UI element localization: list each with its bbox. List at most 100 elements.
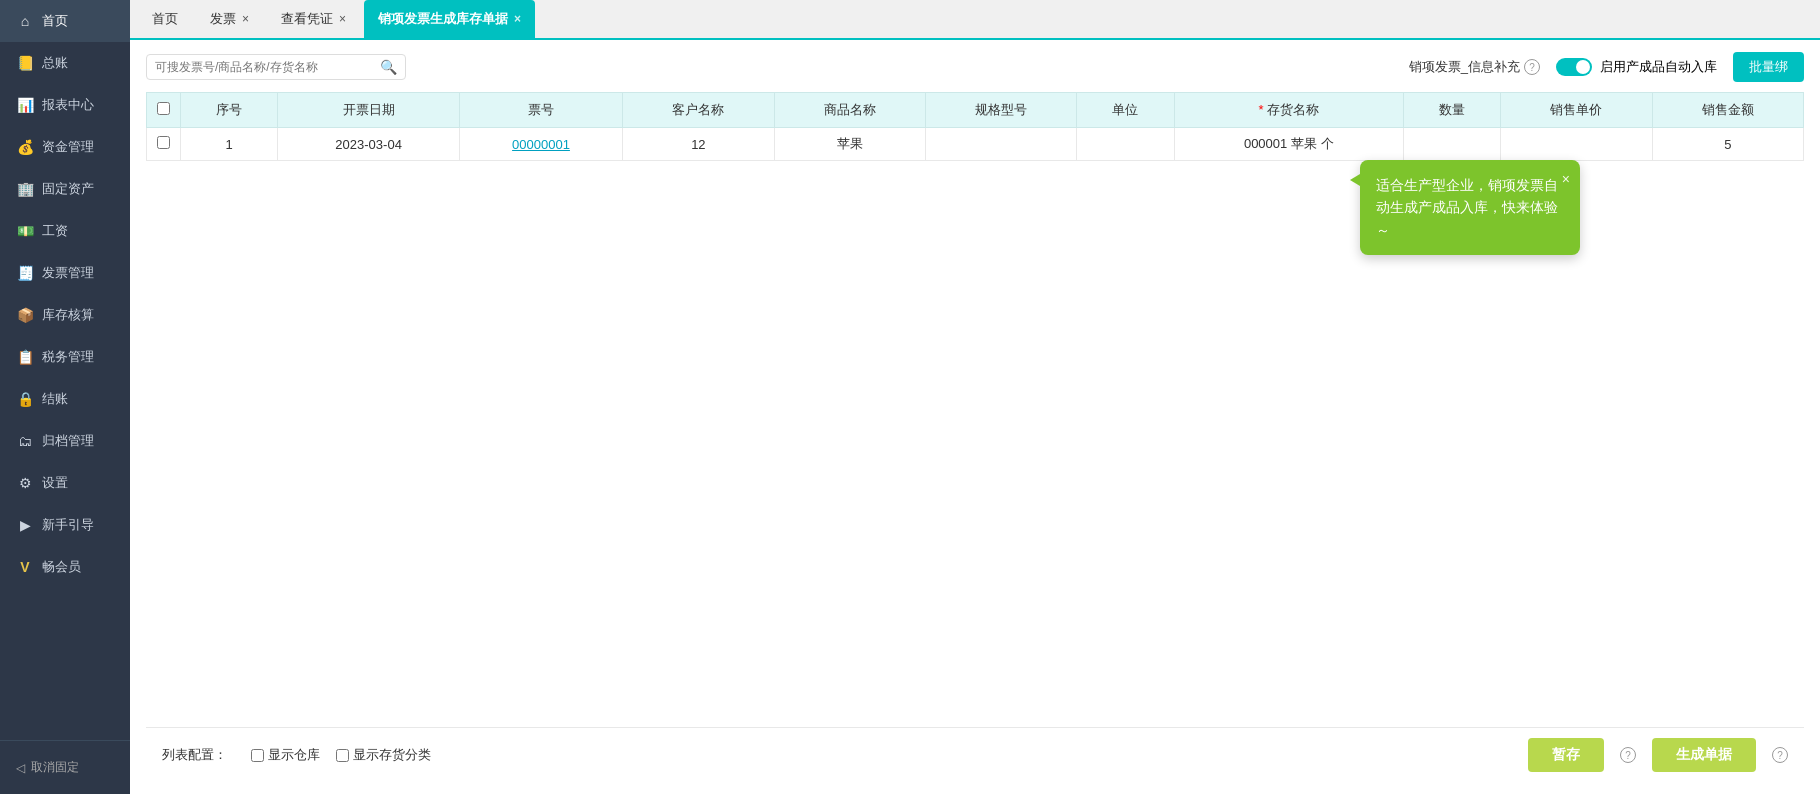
sidebar-item-vip[interactable]: V 畅会员 [0,546,130,588]
closing-icon: 🔒 [16,391,34,407]
invoice-number-link[interactable]: 00000001 [512,137,570,152]
sidebar-item-label: 总账 [42,54,68,72]
th-unit: 单位 [1077,93,1174,128]
tab-home[interactable]: 首页 [138,0,192,38]
sidebar-bottom: ◁ 取消固定 [0,740,130,794]
funds-icon: 💰 [16,139,34,155]
guide-icon: ▶ [16,517,34,533]
tooltip-text: 适合生产型企业，销项发票自动生成产成品入库，快来体验～ [1376,177,1558,238]
select-all-checkbox[interactable] [157,102,170,115]
sidebar-item-label: 设置 [42,474,68,492]
th-customer: 客户名称 [623,93,774,128]
tab-invoice-close[interactable]: × [242,12,249,26]
salary-icon: 💵 [16,223,34,239]
ledger-icon: 📒 [16,55,34,71]
cell-customer: 12 [623,128,774,161]
th-unit-price: 销售单价 [1501,93,1652,128]
th-qty: 数量 [1403,93,1500,128]
toolbar-right: 销项发票_信息补充 ? 启用产成品自动入库 批量绑 [1409,52,1804,82]
th-stock-name: * 存货名称 [1174,93,1403,128]
sidebar-item-label: 资金管理 [42,138,94,156]
th-select [147,93,181,128]
sidebar-item-archive[interactable]: 🗂 归档管理 [0,420,130,462]
tab-voucher-close[interactable]: × [339,12,346,26]
batch-button[interactable]: 批量绑 [1733,52,1804,82]
cell-select[interactable] [147,128,181,161]
tooltip-popup: × 适合生产型企业，销项发票自动生成产成品入库，快来体验～ [1360,160,1580,255]
show-category-label: 显示存货分类 [353,746,431,764]
vip-icon: V [16,559,34,575]
info-label: 销项发票_信息补充 ? [1409,58,1540,76]
tab-create-store-close[interactable]: × [514,12,521,26]
save-help-icon[interactable]: ? [1620,747,1636,763]
search-box[interactable]: 🔍 [146,54,406,80]
info-help-icon[interactable]: ? [1524,59,1540,75]
cell-product: 苹果 [774,128,925,161]
sidebar-item-label: 归档管理 [42,432,94,450]
sidebar-item-guide[interactable]: ▶ 新手引导 [0,504,130,546]
tab-invoice-label: 发票 [210,10,236,28]
cell-qty [1403,128,1500,161]
sidebar-item-reports[interactable]: 📊 报表中心 [0,84,130,126]
inventory-icon: 📦 [16,307,34,323]
tab-create-store[interactable]: 销项发票生成库存单据 × [364,0,535,38]
cell-number[interactable]: 00000001 [459,128,622,161]
th-seq: 序号 [181,93,278,128]
cell-stock-name[interactable]: 000001 苹果 个 [1174,128,1403,161]
sidebar: ⌂ 首页 📒 总账 📊 报表中心 💰 资金管理 🏢 固定资产 💵 工资 🧾 发票… [0,0,130,794]
sidebar-item-label: 畅会员 [42,558,81,576]
sidebar-item-label: 库存核算 [42,306,94,324]
sidebar-item-label: 报表中心 [42,96,94,114]
generate-help-icon[interactable]: ? [1772,747,1788,763]
row-checkbox[interactable] [157,136,170,149]
cell-unit-price [1501,128,1652,161]
show-category-checkbox[interactable] [336,749,349,762]
cell-date: 2023-03-04 [278,128,459,161]
save-button[interactable]: 暂存 [1528,738,1604,772]
unpin-label: 取消固定 [31,759,79,776]
sidebar-item-home[interactable]: ⌂ 首页 [0,0,130,42]
search-input[interactable] [155,60,374,74]
tooltip-close-button[interactable]: × [1562,168,1570,190]
data-table: 序号 开票日期 票号 客户名称 商品名称 规格型号 单位 * 存货名称 数量 销… [146,92,1804,161]
sidebar-item-funds[interactable]: 💰 资金管理 [0,126,130,168]
generate-button[interactable]: 生成单据 [1652,738,1756,772]
th-model: 规格型号 [925,93,1076,128]
show-warehouse-checkbox[interactable] [251,749,264,762]
sidebar-item-inventory[interactable]: 📦 库存核算 [0,294,130,336]
sidebar-item-closing[interactable]: 🔒 结账 [0,378,130,420]
table-header-row: 序号 开票日期 票号 客户名称 商品名称 规格型号 单位 * 存货名称 数量 销… [147,93,1804,128]
sidebar-item-salary[interactable]: 💵 工资 [0,210,130,252]
auto-warehouse-toggle[interactable] [1556,58,1592,76]
tax-icon: 📋 [16,349,34,365]
home-icon: ⌂ [16,13,34,29]
cell-seq: 1 [181,128,278,161]
tab-voucher[interactable]: 查看凭证 × [267,0,360,38]
sidebar-item-invoice[interactable]: 🧾 发票管理 [0,252,130,294]
sidebar-item-settings[interactable]: ⚙ 设置 [0,462,130,504]
sidebar-item-label: 结账 [42,390,68,408]
sidebar-item-label: 新手引导 [42,516,94,534]
search-icon[interactable]: 🔍 [380,59,397,75]
toggle-label: 启用产成品自动入库 [1600,58,1717,76]
show-warehouse-check[interactable]: 显示仓库 [251,746,320,764]
tab-home-label: 首页 [152,10,178,28]
th-amount: 销售金额 [1652,93,1803,128]
tab-invoice[interactable]: 发票 × [196,0,263,38]
th-product: 商品名称 [774,93,925,128]
tab-create-store-label: 销项发票生成库存单据 [378,10,508,28]
unpin-button[interactable]: ◁ 取消固定 [0,749,130,786]
sidebar-item-label: 工资 [42,222,68,240]
sidebar-item-ledger[interactable]: 📒 总账 [0,42,130,84]
show-category-check[interactable]: 显示存货分类 [336,746,431,764]
info-label-text: 销项发票_信息补充 [1409,58,1520,76]
main-area: 首页 发票 × 查看凭证 × 销项发票生成库存单据 × 🔍 销项发票_信息补充 [130,0,1820,794]
reports-icon: 📊 [16,97,34,113]
unpin-icon: ◁ [16,761,25,775]
sidebar-item-assets[interactable]: 🏢 固定资产 [0,168,130,210]
sidebar-item-tax[interactable]: 📋 税务管理 [0,336,130,378]
show-warehouse-label: 显示仓库 [268,746,320,764]
cell-unit [1077,128,1174,161]
assets-icon: 🏢 [16,181,34,197]
th-date: 开票日期 [278,93,459,128]
